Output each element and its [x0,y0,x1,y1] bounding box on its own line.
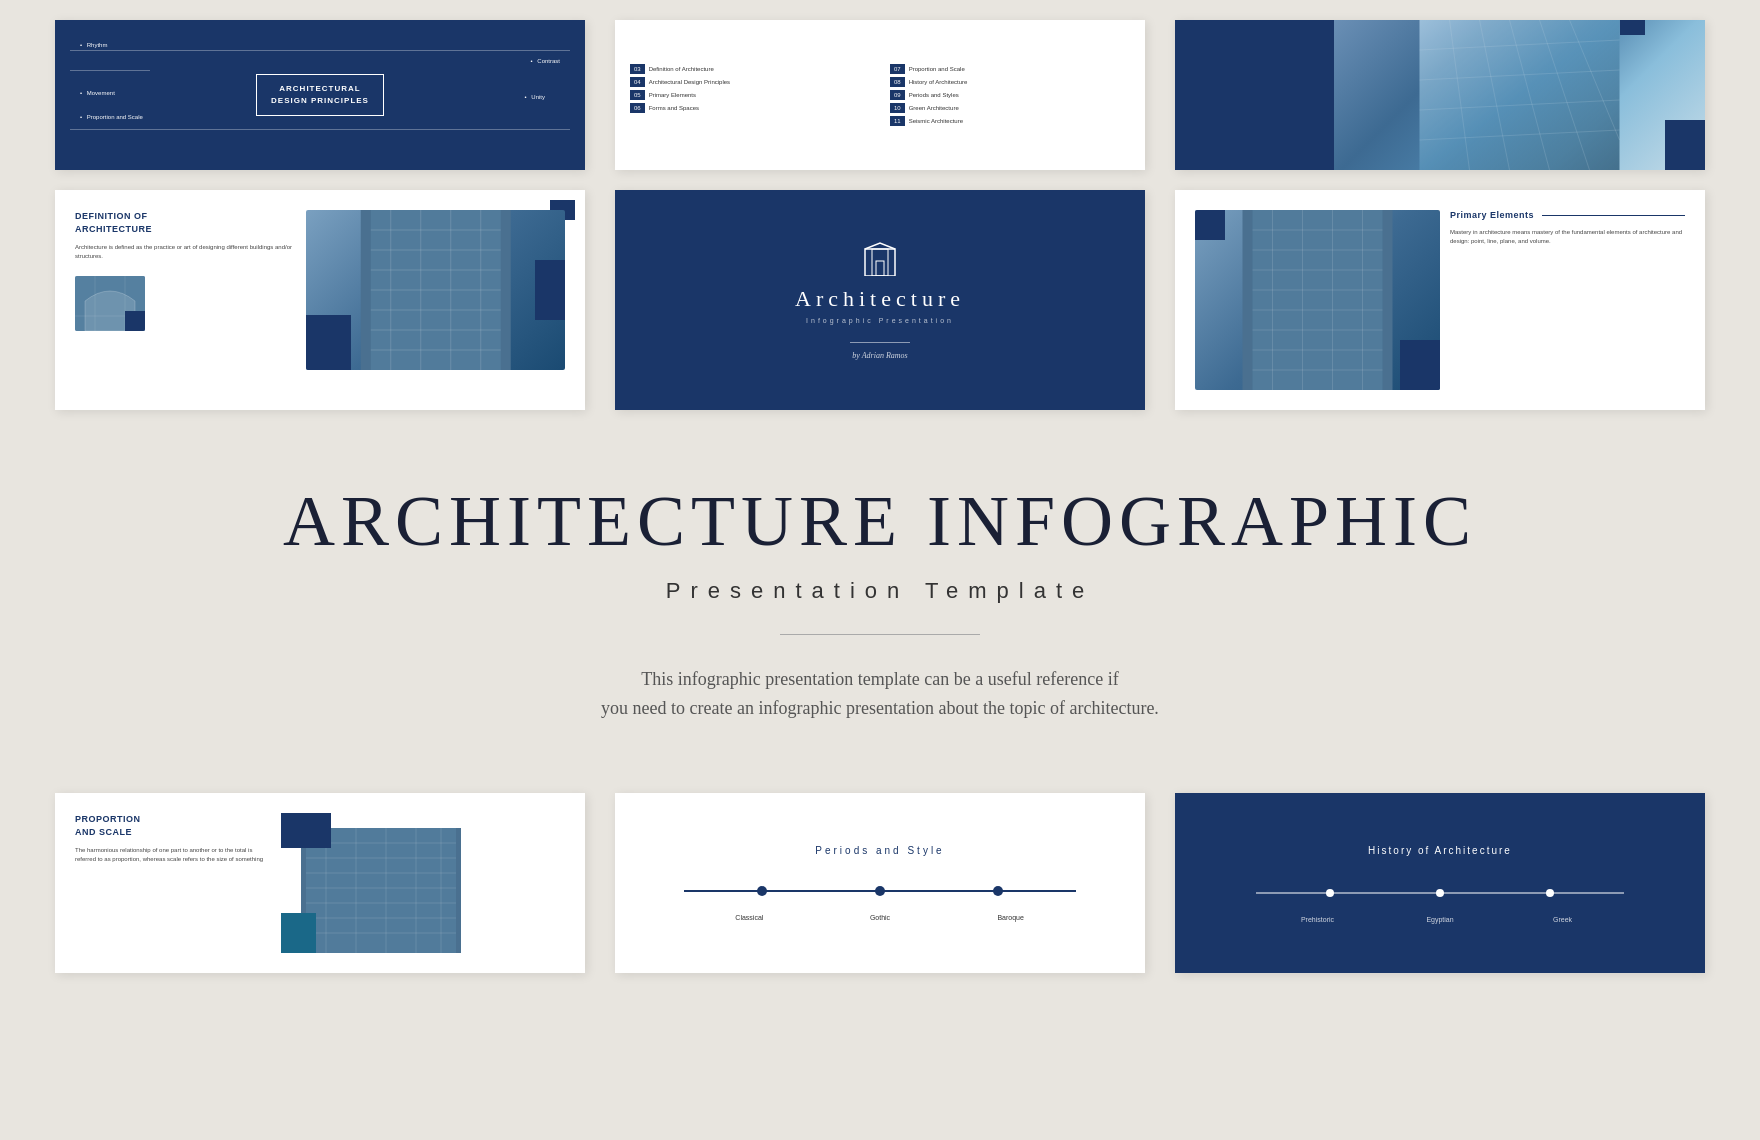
toc-num-04: 04 [630,77,645,87]
toc-num-06: 06 [630,103,645,113]
svg-rect-28 [872,249,888,276]
definition-title: DEFINITION OFARCHITECTURE [75,210,296,235]
toc-label-04: Architectural Design Principles [649,79,730,85]
toc-label-10: Green Architecture [909,105,959,111]
slide1-title: ARCHITECTURALDESIGN PRINCIPLES [271,83,369,107]
page-main-title: Architecture Infographic [20,480,1740,563]
primary-elements-body: Mastery in architecture means mastery of… [1450,228,1685,246]
bullet-proportion: Proportion and Scale [87,114,143,120]
cover-author: by Adrian Ramos [852,351,907,360]
history-label-greek: Greek [1501,916,1624,923]
history-label-egyptian: Egyptian [1379,916,1502,923]
slide-photo-dome[interactable] [1175,20,1705,170]
slides-row-3: PROPORTIONAND SCALE The harmonious relat… [0,793,1760,993]
timeline-label-classical: Classical [684,914,815,921]
cover-subtitle: Infographic Presentation [806,317,954,324]
toc-label-06: Forms and Spaces [649,105,699,111]
primary-elements-title: Primary Elements [1450,210,1534,220]
history-title: History of Architecture [1368,843,1512,858]
main-title-section: Architecture Infographic Presentation Te… [0,430,1760,793]
bullet-contrast: Contrast [537,58,560,64]
toc-num-07: 07 [890,64,905,74]
bullet-movement: Movement [87,90,115,96]
toc-num-05: 05 [630,90,645,100]
toc-label-09: Periods and Styles [909,92,959,98]
cover-title: Architecture [795,286,965,312]
slide-proportion-scale[interactable]: PROPORTIONAND SCALE The harmonious relat… [55,793,585,973]
svg-rect-0 [1420,20,1620,170]
slides-row-1: • Rhythm • Movement • Proportion and Sca… [0,0,1760,190]
timeline-label-baroque: Baroque [945,914,1076,921]
toc-num-08: 08 [890,77,905,87]
slide-primary-elements[interactable]: Primary Elements Mastery in architecture… [1175,190,1705,410]
proportion-title: PROPORTIONAND SCALE [75,813,271,840]
page-sub-title: Presentation Template [20,578,1740,604]
periods-title: Periods and Style [815,845,944,856]
toc-num-10: 10 [890,103,905,113]
slide-cover[interactable]: Architecture Infographic Presentation by… [615,190,1145,410]
proportion-body: The harmonious relationship of one part … [75,846,271,864]
definition-body: Architecture is defined as the practice … [75,243,296,261]
section-divider [780,634,980,635]
slide-toc[interactable]: 03 Definition of Architecture 04 Archite… [615,20,1145,170]
toc-label-07: Proportion and Scale [909,66,965,72]
toc-label-05: Primary Elements [649,92,696,98]
bullet-unity: Unity [531,94,545,100]
svg-rect-31 [1253,210,1383,390]
toc-label-11: Seismic Architecture [909,118,963,124]
bullet-rhythm: Rhythm [87,42,108,48]
slide-design-principles[interactable]: • Rhythm • Movement • Proportion and Sca… [55,20,585,170]
slide-periods-style[interactable]: Periods and Style Classical Gothic [615,793,1145,973]
toc-label-08: History of Architecture [909,79,968,85]
slide-history[interactable]: History of Architecture Prehistoric Egyp… [1175,793,1705,973]
toc-num-09: 09 [890,90,905,100]
history-label-prehistoric: Prehistoric [1256,916,1379,923]
arch-logo-icon [860,241,900,276]
toc-num-11: 11 [890,116,905,126]
svg-rect-27 [865,249,895,276]
toc-num-03: 03 [630,64,645,74]
page-description: This infographic presentation template c… [525,665,1235,723]
timeline-label-gothic: Gothic [815,914,946,921]
svg-rect-29 [876,261,884,276]
page-wrapper: • Rhythm • Movement • Proportion and Sca… [0,0,1760,1140]
slide-definition[interactable]: DEFINITION OFARCHITECTURE Architecture i… [55,190,585,410]
toc-label-03: Definition of Architecture [649,66,714,72]
slides-row-2: DEFINITION OFARCHITECTURE Architecture i… [0,190,1760,430]
